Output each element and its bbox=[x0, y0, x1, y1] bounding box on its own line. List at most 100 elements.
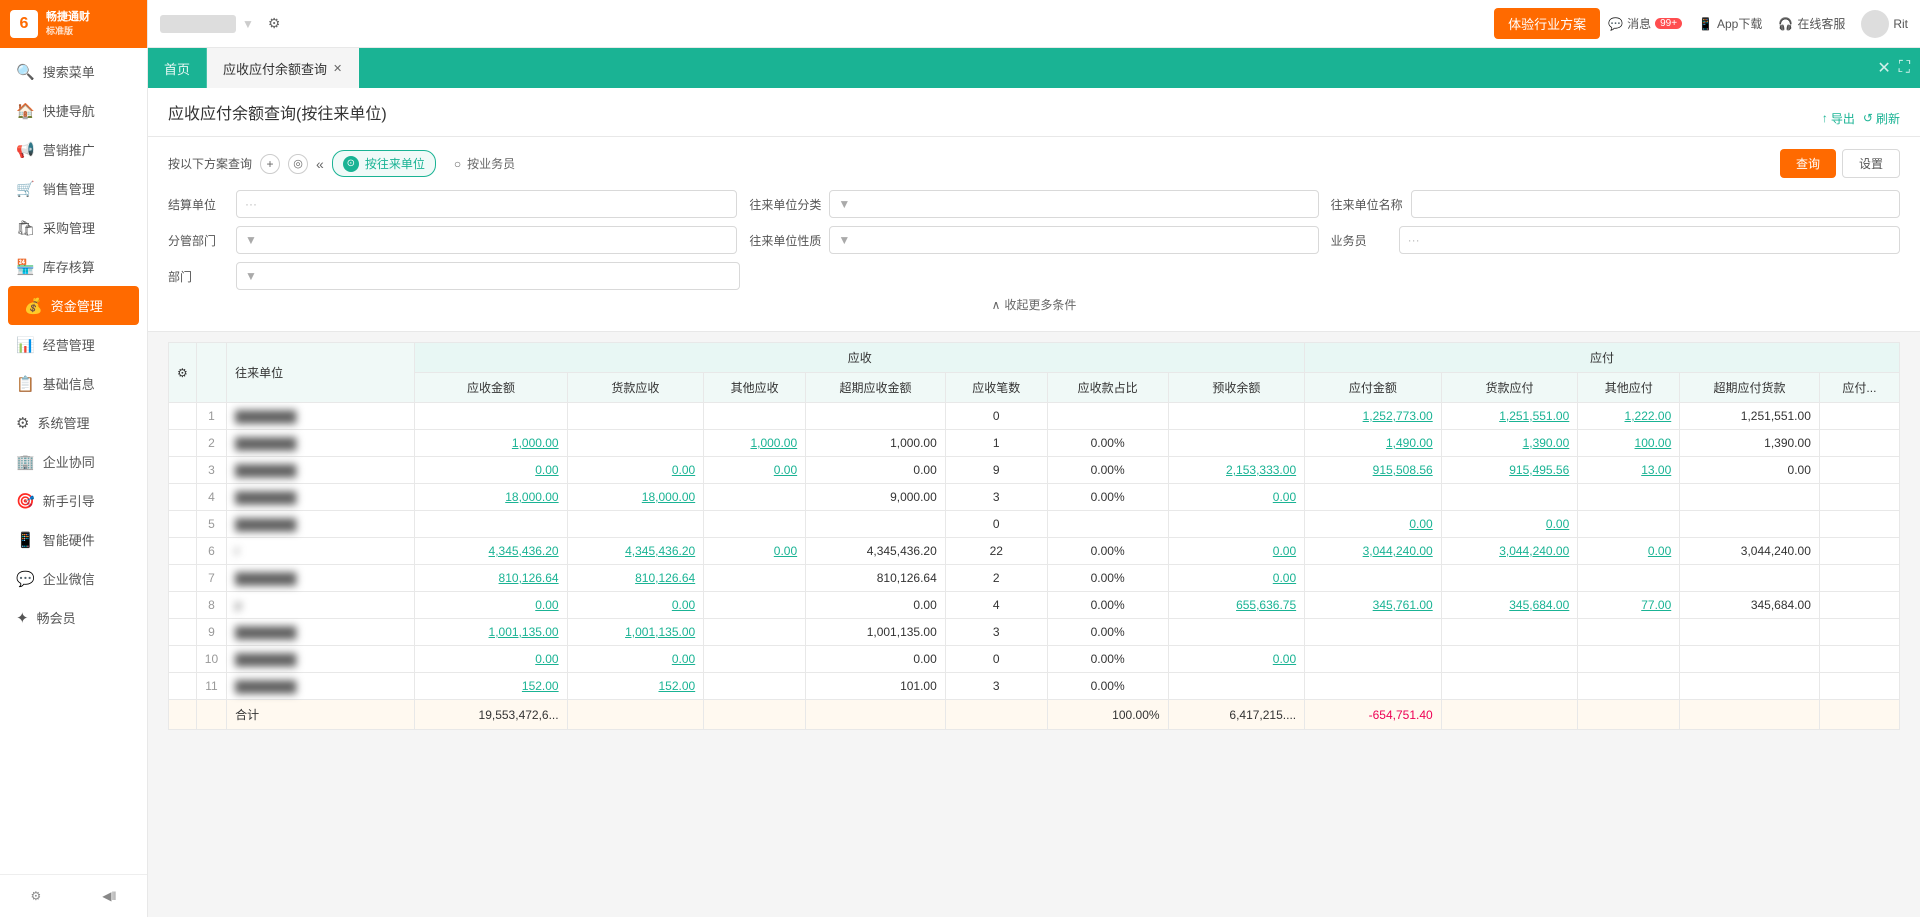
filter-field-department: 部门 ▼ bbox=[168, 262, 740, 290]
settlement-input[interactable]: ··· bbox=[236, 190, 737, 218]
settings-cell[interactable] bbox=[169, 673, 197, 700]
ar-count-cell: 0 bbox=[945, 511, 1047, 538]
row-num-cell: 1 bbox=[196, 403, 226, 430]
sidebar-label-marketing: 营销推广 bbox=[43, 140, 95, 159]
query-button[interactable]: 查询 bbox=[1780, 149, 1836, 178]
ap-more-cell bbox=[1819, 403, 1899, 430]
tab-close-icon[interactable]: ✕ bbox=[333, 62, 342, 75]
filter-collapse-more[interactable]: ∧ 收起更多条件 bbox=[168, 290, 1900, 319]
table-row: 2 ▓▓▓▓▓▓▓ 1,000.00 1,000.00 1,000.00 1 0… bbox=[169, 430, 1900, 457]
sidebar-icon-guide: 🎯 bbox=[16, 492, 35, 510]
ap-amount-cell: 1,490.00 bbox=[1305, 430, 1442, 457]
salesperson-input[interactable]: ··· bbox=[1399, 226, 1900, 254]
ar-prepay-cell: 0.00 bbox=[1168, 484, 1305, 511]
partner-category-label: 往来单位分类 bbox=[749, 196, 821, 213]
footer-ar-amount: 19,553,472,6... bbox=[415, 700, 567, 730]
sidebar-icon-operations: 📊 bbox=[16, 336, 35, 354]
export-btn[interactable]: ↑ 导出 bbox=[1822, 110, 1855, 127]
settings-cell[interactable] bbox=[169, 592, 197, 619]
ar-group-header: 应收 bbox=[415, 343, 1305, 373]
ap-loan-cell bbox=[1441, 565, 1578, 592]
settings-cell[interactable] bbox=[169, 619, 197, 646]
sidebar-item-sales[interactable]: 🛒销售管理 bbox=[0, 169, 147, 208]
settings-col-header[interactable]: ⚙ bbox=[169, 343, 197, 403]
ap-amount-cell: 345,761.00 bbox=[1305, 592, 1442, 619]
tab-home[interactable]: 首页 bbox=[148, 48, 207, 88]
salesperson-label: 业务员 bbox=[1331, 232, 1391, 249]
ap-overdue-cell: 3,044,240.00 bbox=[1680, 538, 1820, 565]
settings-cell[interactable] bbox=[169, 403, 197, 430]
ap-other-cell: 0.00 bbox=[1578, 538, 1680, 565]
settings-cell[interactable] bbox=[169, 484, 197, 511]
sidebar-collapse-btn[interactable]: ◀‖ bbox=[92, 883, 126, 909]
sidebar-item-system[interactable]: ⚙系统管理 bbox=[0, 403, 147, 442]
table-group-header-row: ⚙ 往来单位 应收 应付 bbox=[169, 343, 1900, 373]
ar-loan-cell bbox=[567, 511, 704, 538]
sidebar-item-quick-nav[interactable]: 🏠快捷导航 bbox=[0, 91, 147, 130]
partner-nature-input[interactable]: ▼ bbox=[829, 226, 1318, 254]
settings-cell[interactable] bbox=[169, 457, 197, 484]
settings-cell[interactable] bbox=[169, 430, 197, 457]
settings-cell[interactable] bbox=[169, 565, 197, 592]
footer-ar-ratio: 100.00% bbox=[1047, 700, 1168, 730]
ap-amount-header: 应付金额 bbox=[1305, 373, 1442, 403]
sidebar-item-wechat[interactable]: 💬企业微信 bbox=[0, 559, 147, 598]
ar-ratio-cell bbox=[1047, 403, 1168, 430]
ar-amount-cell bbox=[415, 403, 567, 430]
ap-more-cell bbox=[1819, 592, 1899, 619]
ar-loan-cell: 0.00 bbox=[567, 457, 704, 484]
sidebar-item-marketing[interactable]: 📢营销推广 bbox=[0, 130, 147, 169]
sidebar-icon-purchase: 🛍 bbox=[16, 219, 35, 237]
messages-btn[interactable]: 💬 消息 99+ bbox=[1608, 15, 1682, 32]
sidebar-label-quick-nav: 快捷导航 bbox=[43, 101, 95, 120]
ar-amount-cell: 1,001,135.00 bbox=[415, 619, 567, 646]
department-input[interactable]: ▼ bbox=[236, 262, 740, 290]
partner-category-input[interactable]: ▼ bbox=[829, 190, 1318, 218]
sidebar-item-guide[interactable]: 🎯新手引导 bbox=[0, 481, 147, 520]
app-download-btn[interactable]: 📱 App下载 bbox=[1698, 15, 1762, 32]
tab-ar-ap[interactable]: 应收应付余额查询 ✕ bbox=[207, 48, 359, 88]
filter-scheme-label: 按以下方案查询 bbox=[168, 155, 252, 172]
ap-loan-cell bbox=[1441, 646, 1578, 673]
setting-button[interactable]: 设置 bbox=[1842, 149, 1900, 178]
sidebar-settings-btn[interactable]: ⚙ bbox=[21, 883, 52, 909]
sidebar-item-search-menu[interactable]: 🔍搜索菜单 bbox=[0, 52, 147, 91]
settings-cell[interactable] bbox=[169, 538, 197, 565]
filter-add-btn[interactable]: + bbox=[260, 154, 280, 174]
ar-count-cell: 9 bbox=[945, 457, 1047, 484]
partner-cell: ▓▓▓▓▓▓▓ bbox=[227, 430, 415, 457]
ap-loan-cell: 3,044,240.00 bbox=[1441, 538, 1578, 565]
sidebar-item-operations[interactable]: 📊经营管理 bbox=[0, 325, 147, 364]
sidebar-icon-member: ✦ bbox=[16, 609, 29, 627]
online-service-btn[interactable]: 🎧 在线客服 bbox=[1778, 15, 1845, 32]
settings-cell[interactable] bbox=[169, 646, 197, 673]
ap-loan-cell bbox=[1441, 673, 1578, 700]
sidebar-item-enterprise[interactable]: 🏢企业协同 bbox=[0, 442, 147, 481]
footer-label: 合计 bbox=[227, 700, 415, 730]
trial-solution-button[interactable]: 体验行业方案 bbox=[1494, 8, 1600, 39]
filter-field-dept: 分管部门 ▼ bbox=[168, 226, 737, 254]
user-profile[interactable]: Rit bbox=[1861, 10, 1908, 38]
sidebar-item-basic-info[interactable]: 📋基础信息 bbox=[0, 364, 147, 403]
settings-cell[interactable] bbox=[169, 511, 197, 538]
sidebar-item-smart-hw[interactable]: 📱智能硬件 bbox=[0, 520, 147, 559]
tab-ar-ap-label: 应收应付余额查询 bbox=[223, 59, 327, 78]
dept-input[interactable]: ▼ bbox=[236, 226, 737, 254]
filter-collapse-btn[interactable]: « bbox=[316, 156, 324, 172]
sidebar-item-finance[interactable]: 💰资金管理 bbox=[8, 286, 139, 325]
refresh-btn[interactable]: ↺ 刷新 bbox=[1863, 110, 1900, 127]
ap-other-cell: 77.00 bbox=[1578, 592, 1680, 619]
settings-gear-icon[interactable]: ⚙ bbox=[260, 11, 289, 36]
breadcrumb-text: ···· bbox=[160, 15, 236, 33]
sidebar-item-purchase[interactable]: 🛍采购管理 bbox=[0, 208, 147, 247]
close-window-icon[interactable]: ✕ bbox=[1877, 58, 1890, 78]
ar-amount-cell: 0.00 bbox=[415, 457, 567, 484]
partner-name-input[interactable] bbox=[1411, 190, 1900, 218]
sidebar-item-inventory[interactable]: 🏪库存核算 bbox=[0, 247, 147, 286]
filter-scheme-partner[interactable]: ⊙ 按往来单位 bbox=[332, 150, 436, 177]
filter-setting-btn[interactable]: ◎ bbox=[288, 154, 308, 174]
filter-scheme-salesperson[interactable]: ○ 按业务员 bbox=[444, 151, 525, 176]
sidebar-item-member[interactable]: ✦畅会员 bbox=[0, 598, 147, 637]
ar-count-cell: 22 bbox=[945, 538, 1047, 565]
maximize-icon[interactable]: ⛶ bbox=[1899, 59, 1910, 77]
